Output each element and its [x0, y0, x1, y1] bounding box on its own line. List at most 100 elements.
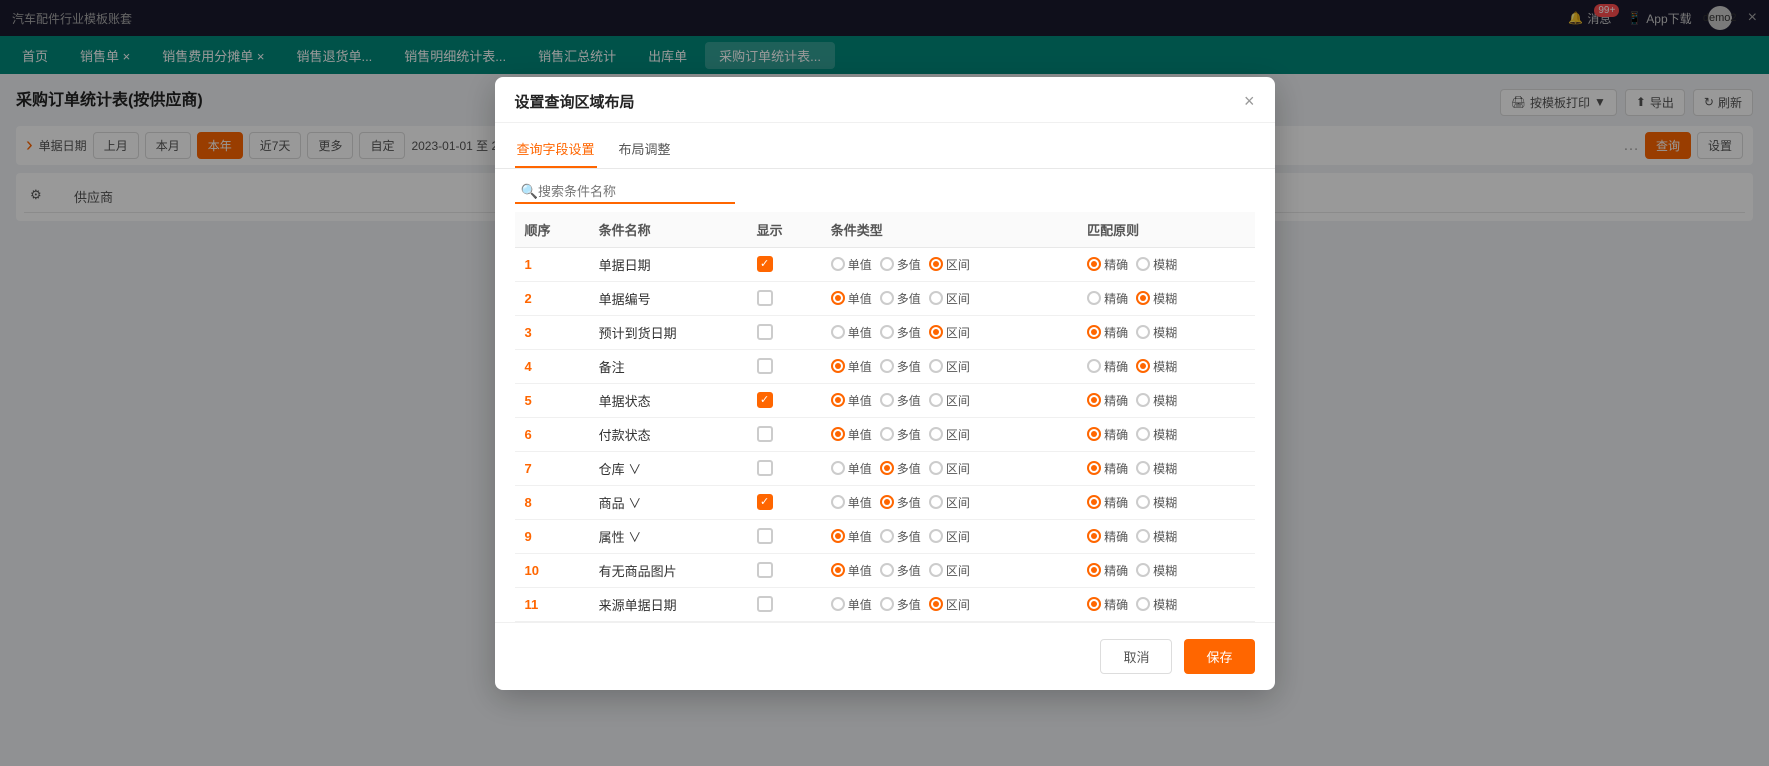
table-row: 2单据编号单值多值区间精确模糊	[515, 281, 1255, 315]
row-display-checkbox[interactable]	[747, 315, 821, 349]
row-order: 8	[515, 485, 589, 519]
row-match: 精确模糊	[1077, 281, 1254, 315]
row-name: 商品 ∨	[589, 485, 747, 519]
checkbox[interactable]	[757, 426, 773, 442]
radio-dot	[1136, 291, 1150, 305]
radio-dot	[929, 359, 943, 373]
checkbox[interactable]	[757, 290, 773, 306]
radio-dot	[1087, 393, 1101, 407]
radio-dot	[929, 495, 943, 509]
row-match: 精确模糊	[1077, 519, 1254, 553]
search-icon: 🔍	[521, 183, 538, 200]
radio-dot	[880, 257, 894, 271]
col-header-order: 顺序	[515, 212, 589, 248]
tab-layout[interactable]: 布局调整	[617, 133, 673, 168]
row-display-checkbox[interactable]	[747, 485, 821, 519]
row-type: 单值多值区间	[821, 587, 1077, 621]
table-row: 9属性 ∨单值多值区间精确模糊	[515, 519, 1255, 553]
row-type: 单值多值区间	[821, 553, 1077, 587]
row-type: 单值多值区间	[821, 383, 1077, 417]
settings-dialog: 设置查询区域布局 × 查询字段设置 布局调整 🔍 顺序	[495, 77, 1275, 690]
radio-dot	[1136, 461, 1150, 475]
radio-dot	[831, 257, 845, 271]
radio-dot	[1087, 597, 1101, 611]
row-name: 属性 ∨	[589, 519, 747, 553]
radio-dot	[1087, 291, 1101, 305]
dialog-table-wrap: 顺序 条件名称 显示 条件类型 匹配原则 1单据日期单值多值区间精确模糊2单据编…	[495, 212, 1275, 622]
radio-dot	[880, 597, 894, 611]
radio-dot	[1136, 257, 1150, 271]
table-row: 5单据状态单值多值区间精确模糊	[515, 383, 1255, 417]
radio-dot	[831, 495, 845, 509]
row-display-checkbox[interactable]	[747, 519, 821, 553]
radio-dot	[831, 291, 845, 305]
row-order: 10	[515, 553, 589, 587]
radio-dot	[929, 563, 943, 577]
search-input-wrap: 🔍	[515, 181, 735, 204]
radio-dot	[831, 563, 845, 577]
radio-dot	[880, 461, 894, 475]
row-display-checkbox[interactable]	[747, 587, 821, 621]
row-match: 精确模糊	[1077, 417, 1254, 451]
radio-dot	[1136, 325, 1150, 339]
row-match: 精确模糊	[1077, 383, 1254, 417]
radio-dot	[1136, 529, 1150, 543]
row-order: 9	[515, 519, 589, 553]
row-type: 单值多值区间	[821, 349, 1077, 383]
radio-dot	[880, 359, 894, 373]
modal-overlay: 设置查询区域布局 × 查询字段设置 布局调整 🔍 顺序	[0, 0, 1769, 766]
col-header-type: 条件类型	[821, 212, 1077, 248]
checkbox[interactable]	[757, 324, 773, 340]
row-display-checkbox[interactable]	[747, 383, 821, 417]
row-name: 付款状态	[589, 417, 747, 451]
table-row: 6付款状态单值多值区间精确模糊	[515, 417, 1255, 451]
radio-dot	[831, 597, 845, 611]
dialog-close-btn[interactable]: ×	[1244, 92, 1255, 110]
row-name: 单据编号	[589, 281, 747, 315]
radio-dot	[1087, 495, 1101, 509]
radio-dot	[929, 461, 943, 475]
radio-dot	[1087, 461, 1101, 475]
checkbox[interactable]	[757, 562, 773, 578]
row-match: 精确模糊	[1077, 587, 1254, 621]
row-match: 精确模糊	[1077, 349, 1254, 383]
radio-dot	[1087, 529, 1101, 543]
tab-query-fields[interactable]: 查询字段设置	[515, 133, 597, 168]
checkbox[interactable]	[757, 528, 773, 544]
row-display-checkbox[interactable]	[747, 451, 821, 485]
col-header-match: 匹配原则	[1077, 212, 1254, 248]
row-display-checkbox[interactable]	[747, 349, 821, 383]
checkbox[interactable]	[757, 460, 773, 476]
save-button[interactable]: 保存	[1184, 639, 1254, 674]
row-match: 精确模糊	[1077, 315, 1254, 349]
radio-dot	[831, 325, 845, 339]
radio-dot	[831, 529, 845, 543]
radio-dot	[929, 597, 943, 611]
cancel-button[interactable]: 取消	[1100, 639, 1172, 674]
row-display-checkbox[interactable]	[747, 553, 821, 587]
col-header-display: 显示	[747, 212, 821, 248]
radio-dot	[1087, 359, 1101, 373]
checkbox[interactable]	[757, 256, 773, 272]
checkbox[interactable]	[757, 494, 773, 510]
search-input[interactable]	[538, 184, 729, 199]
table-row: 1单据日期单值多值区间精确模糊	[515, 247, 1255, 281]
row-name: 单据状态	[589, 383, 747, 417]
dialog-footer: 取消 保存	[495, 622, 1275, 690]
checkbox[interactable]	[757, 358, 773, 374]
row-order: 7	[515, 451, 589, 485]
radio-dot	[880, 325, 894, 339]
checkbox[interactable]	[757, 596, 773, 612]
row-match: 精确模糊	[1077, 247, 1254, 281]
radio-dot	[929, 427, 943, 441]
row-display-checkbox[interactable]	[747, 281, 821, 315]
checkbox[interactable]	[757, 392, 773, 408]
radio-dot	[880, 393, 894, 407]
row-display-checkbox[interactable]	[747, 247, 821, 281]
radio-dot	[880, 495, 894, 509]
row-order: 2	[515, 281, 589, 315]
row-display-checkbox[interactable]	[747, 417, 821, 451]
radio-dot	[929, 393, 943, 407]
dialog-title: 设置查询区域布局	[515, 91, 635, 112]
row-type: 单值多值区间	[821, 315, 1077, 349]
